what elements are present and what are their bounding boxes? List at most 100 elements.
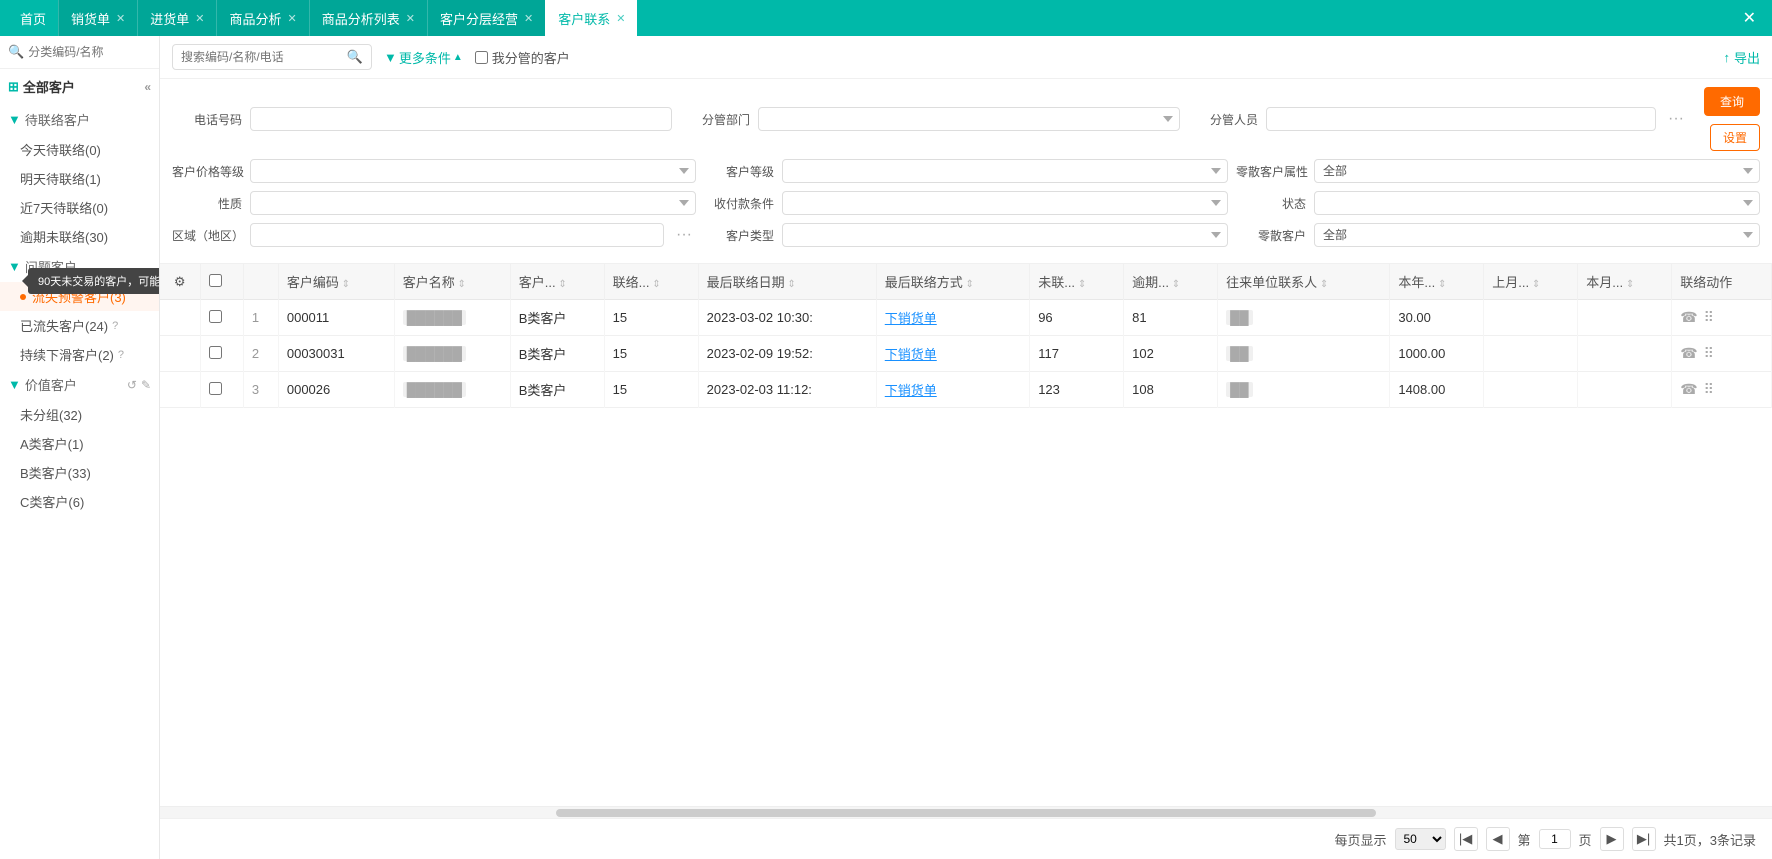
sidebar-item-c-class[interactable]: C类客户(6) [0,487,159,516]
th-gear[interactable]: ⚙ [160,264,200,300]
filter-person-dots[interactable]: ··· [1664,110,1688,128]
sidebar-all-customers[interactable]: ⊞ 全部客户 « [0,69,159,104]
per-page-select[interactable]: 50 100 200 [1395,828,1446,850]
sidebar-item-7days[interactable]: 近7天待联络(0) [0,193,159,222]
td-last-way-2[interactable]: 下销货单 [876,372,1029,408]
td-checkbox-0[interactable] [200,300,243,336]
first-page-btn[interactable]: |◀ [1454,827,1478,851]
close-product-analysis-list-icon[interactable]: ✕ [406,12,415,25]
close-sales-order-icon[interactable]: ✕ [116,12,125,25]
sidebar-group-value-icons: ↺ ✎ [127,378,151,392]
tab-product-analysis-list[interactable]: 商品分析列表 ✕ [309,0,427,36]
sidebar-item-today[interactable]: 今天待联络(0) [0,135,159,164]
sidebar-item-overdue[interactable]: 逾期未联络(30) [0,222,159,251]
th-code[interactable]: 客户编码 [278,264,394,300]
sidebar-group-value[interactable]: ▼ 价值客户 ↺ ✎ [0,369,159,400]
refresh-icon[interactable]: ↺ [127,378,137,392]
contact-icon-1[interactable]: ☎ [1680,345,1697,362]
close-product-analysis-icon[interactable]: ✕ [288,12,297,25]
customer-table: ⚙ 客户编码 客户名称 客户... 联络... 最后联络日期 最后联络方式 未联… [160,264,1772,408]
contact-icon-0[interactable]: ☎ [1680,309,1697,326]
export-btn[interactable]: ↑ 导出 [1723,48,1760,67]
th-last-contact-date[interactable]: 最后联络日期 [698,264,876,300]
td-last-way-0[interactable]: 下销货单 [876,300,1029,336]
query-button[interactable]: 查询 [1704,87,1760,116]
sidebar-item-churned[interactable]: 已流失客户(24) ? [0,311,159,340]
td-action-1: ☎ ⠿ [1672,336,1772,372]
filter-region-input[interactable] [250,223,664,247]
th-name[interactable]: 客户名称 [394,264,510,300]
tab-customer-contact[interactable]: 客户联系 ✕ [545,0,637,36]
sidebar-item-b-class[interactable]: B类客户(33) [0,458,159,487]
th-unit-contact[interactable]: 往来单位联系人 [1218,264,1390,300]
last-way-link-1[interactable]: 下销货单 [885,347,937,362]
page-number-input[interactable] [1539,829,1571,849]
filter-zero-customer-select[interactable]: 全部 [1314,223,1760,247]
sidebar-search-input[interactable] [28,45,160,59]
last-way-link-2[interactable]: 下销货单 [885,383,937,398]
sidebar-search-wrapper: 🔍 [0,36,159,69]
my-customers-label: 我分管的客户 [492,48,570,67]
collapse-icon[interactable]: « [144,80,151,94]
tab-customer-layer[interactable]: 客户分层经营 ✕ [427,0,545,36]
tab-product-analysis[interactable]: 商品分析 ✕ [216,0,308,36]
more-action-icon-2[interactable]: ⠿ [1704,381,1714,398]
close-customer-contact-icon[interactable]: ✕ [616,12,625,25]
td-last-way-1[interactable]: 下销货单 [876,336,1029,372]
sidebar-item-tomorrow[interactable]: 明天待联络(1) [0,164,159,193]
th-this-month[interactable]: 本月... [1578,264,1672,300]
last-way-link-0[interactable]: 下销货单 [885,311,937,326]
th-last-month[interactable]: 上月... [1484,264,1578,300]
sidebar-item-declining[interactable]: 持续下滑客户(2) ? [0,340,159,369]
search-icon[interactable]: 🔍 [347,49,363,65]
close-customer-layer-icon[interactable]: ✕ [524,12,533,25]
next-page-btn[interactable]: ▶ [1600,827,1624,851]
td-checkbox-2[interactable] [200,372,243,408]
filter-dept-select[interactable] [758,107,1180,131]
th-this-year[interactable]: 本年... [1390,264,1484,300]
th-contact[interactable]: 联络... [604,264,698,300]
filter-phone-input[interactable] [250,107,672,131]
horizontal-scrollbar[interactable] [556,809,1376,817]
th-not-contacted[interactable]: 未联... [1030,264,1124,300]
contact-icon-2[interactable]: ☎ [1680,381,1697,398]
last-page-btn[interactable]: ▶| [1632,827,1656,851]
prev-page-btn[interactable]: ◀ [1486,827,1510,851]
total-records-label: 共1页，3条记录 [1664,830,1756,849]
main-search-input[interactable] [181,50,343,64]
td-checkbox-1[interactable] [200,336,243,372]
tab-sales-order[interactable]: 销货单 ✕ [58,0,137,36]
row-checkbox-2[interactable] [209,382,222,395]
filter-region-dots[interactable]: ··· [672,226,696,244]
filter-person-input[interactable] [1266,107,1656,131]
th-overdue[interactable]: 逾期... [1124,264,1218,300]
sidebar-item-ungrouped[interactable]: 未分组(32) [0,400,159,429]
settings-button[interactable]: 设置 [1710,124,1760,151]
filter-status-select[interactable] [1314,191,1760,215]
tab-purchase-order[interactable]: 进货单 ✕ [137,0,216,36]
select-all-checkbox[interactable] [209,274,222,287]
edit-icon[interactable]: ✎ [141,378,151,392]
row-checkbox-0[interactable] [209,310,222,323]
close-purchase-order-icon[interactable]: ✕ [195,12,204,25]
filter-customer-type-select[interactable] [782,223,1228,247]
scrollbar-area[interactable] [160,806,1772,818]
home-tab[interactable]: 首页 [8,0,58,36]
th-type[interactable]: 客户... [510,264,604,300]
filter-payment-select[interactable] [782,191,1228,215]
filter-nature-select[interactable] [250,191,696,215]
my-customers-checkbox[interactable] [475,51,488,64]
filter-price-grade-select[interactable] [250,159,696,183]
more-conditions-btn[interactable]: ▼ 更多条件 ▲ [384,48,463,67]
sidebar-item-a-class[interactable]: A类客户(1) [0,429,159,458]
sidebar-group-pending[interactable]: ▼ 待联络客户 [0,104,159,135]
th-last-contact-way[interactable]: 最后联络方式 [876,264,1029,300]
filter-customer-grade-select[interactable] [782,159,1228,183]
global-close-button[interactable]: ✕ [1735,8,1764,28]
filter-zero-attr-select[interactable]: 全部 [1314,159,1760,183]
my-customers-filter[interactable]: 我分管的客户 [475,48,570,67]
th-checkbox[interactable] [200,264,243,300]
more-action-icon-0[interactable]: ⠿ [1704,309,1714,326]
row-checkbox-1[interactable] [209,346,222,359]
more-action-icon-1[interactable]: ⠿ [1704,345,1714,362]
